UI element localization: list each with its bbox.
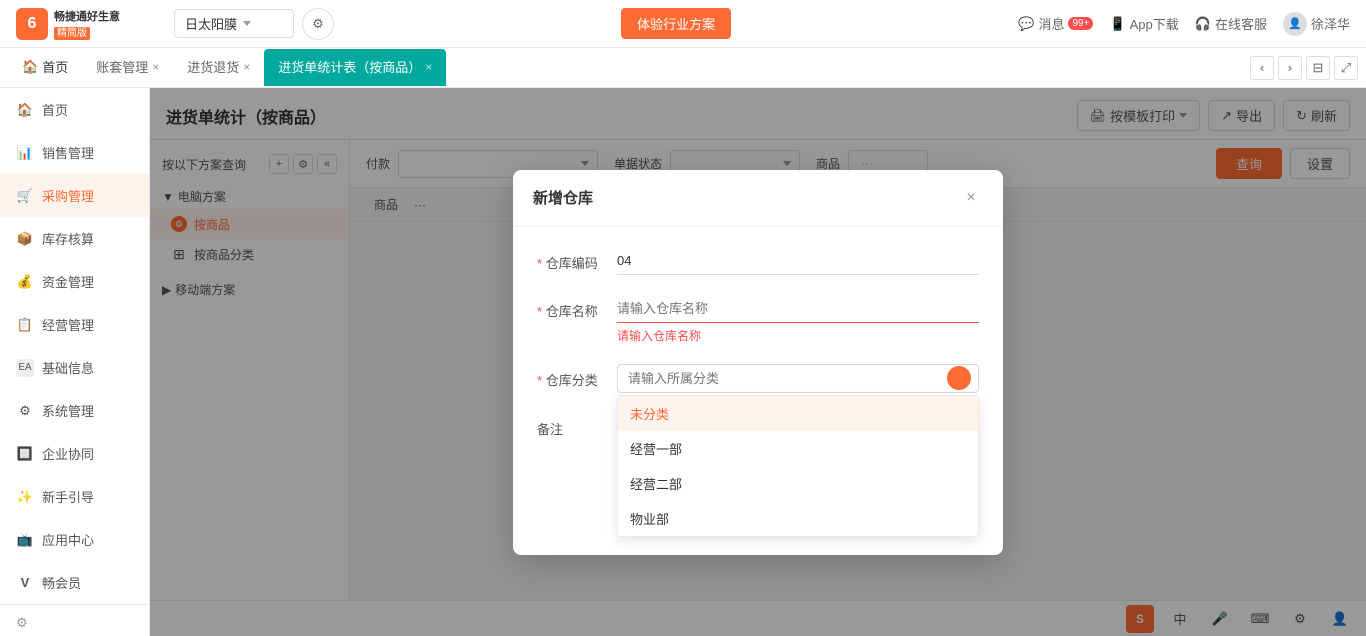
membership-icon: V <box>16 574 34 592</box>
dropdown-item-property[interactable]: 物业部 <box>618 501 978 536</box>
logo-text: 畅捷通好生意 精简版 <box>54 8 120 39</box>
modal-new-warehouse: 新增仓库 × * 仓库编码 <box>513 170 1003 555</box>
form-row-code: * 仓库编码 <box>537 247 979 275</box>
tab-controls: ‹ › ⊟ ⤢ <box>1250 56 1358 80</box>
store-selector[interactable]: 日太阳膜 <box>174 9 294 38</box>
inventory-icon: 📦 <box>16 230 34 248</box>
modal-header: 新增仓库 × <box>513 170 1003 227</box>
enterprise-icon: 🔲 <box>16 445 34 463</box>
category-arrow-icon[interactable] <box>947 366 971 390</box>
app-download-group[interactable]: 📱 App下载 <box>1109 14 1178 33</box>
sidebar-item-finance[interactable]: 💰 资金管理 <box>0 260 149 303</box>
top-header: 6 畅捷通好生意 精简版 日太阳膜 ⚙ 体验行业方案 💬 消息 99+ 📱 Ap… <box>0 0 1366 48</box>
online-service-group[interactable]: 🎧 在线客服 <box>1195 14 1267 33</box>
name-input[interactable] <box>617 295 979 323</box>
category-label: * 仓库分类 <box>537 364 617 389</box>
code-input[interactable] <box>617 247 979 275</box>
tab-next-button[interactable]: › <box>1278 56 1302 80</box>
sidebar-item-operation[interactable]: 📋 经营管理 <box>0 303 149 346</box>
sidebar-item-enterprise[interactable]: 🔲 企业协同 <box>0 432 149 475</box>
sidebar-item-basic-info[interactable]: EA 基础信息 <box>0 346 149 389</box>
store-chevron-icon <box>243 21 251 26</box>
tab-home[interactable]: 🏠 首页 <box>8 49 82 86</box>
headphone-icon: 🎧 <box>1195 16 1211 32</box>
content-area: 进货单统计（按商品） 🖨 按模板打印 ↗ 导出 ↻ 刷新 <box>150 88 1366 636</box>
sidebar-item-purchase[interactable]: 🛒 采购管理 <box>0 174 149 217</box>
tab-accounts[interactable]: 账套管理 × <box>82 49 173 86</box>
finance-icon: 💰 <box>16 273 34 291</box>
code-label: * 仓库编码 <box>537 247 617 272</box>
tab-purchase-return[interactable]: 进货退货 × <box>173 49 264 86</box>
message-icon-group[interactable]: 💬 消息 99+ <box>1018 14 1093 33</box>
logo-icon: 6 <box>16 8 48 40</box>
sidebar-item-membership[interactable]: V 畅会员 <box>0 561 149 604</box>
sidebar-item-app-center[interactable]: 📺 应用中心 <box>0 518 149 561</box>
tab-accounts-close-icon[interactable]: × <box>152 60 159 74</box>
dropdown-item-dept2[interactable]: 经营二部 <box>618 466 978 501</box>
sales-icon: 📊 <box>16 144 34 162</box>
system-icon: ⚙ <box>16 402 34 420</box>
modal-overlay: 新增仓库 × * 仓库编码 <box>150 88 1366 636</box>
sidebar-settings-item[interactable]: ⚙ <box>0 605 149 636</box>
home-icon: 🏠 <box>22 59 38 75</box>
name-input-wrap: 请输入仓库名称 <box>617 295 979 344</box>
remark-label: 备注 <box>537 413 617 438</box>
sidebar-item-guide[interactable]: ✨ 新手引导 <box>0 475 149 518</box>
trial-button[interactable]: 体验行业方案 <box>621 8 731 39</box>
tab-purchase-stats-close-icon[interactable]: × <box>425 60 432 74</box>
sidebar-item-inventory[interactable]: 📦 库存核算 <box>0 217 149 260</box>
header-center: 体验行业方案 <box>334 8 1018 39</box>
modal-title: 新增仓库 <box>533 187 593 208</box>
home-sidebar-icon: 🏠 <box>16 101 34 119</box>
modal-body: * 仓库编码 * 仓库名称 <box>513 227 1003 488</box>
sidebar-item-system[interactable]: ⚙ 系统管理 <box>0 389 149 432</box>
message-icon: 💬 <box>1018 16 1034 32</box>
basic-info-icon: EA <box>16 359 34 377</box>
category-select-wrap: 未分类 经营一部 经营二部 物业部 <box>617 364 979 393</box>
tab-menu-button[interactable]: ⊟ <box>1306 56 1330 80</box>
tab-purchase-stats[interactable]: 进货单统计表（按商品） × <box>264 49 446 86</box>
purchase-icon: 🛒 <box>16 187 34 205</box>
avatar: 👤 <box>1283 12 1307 36</box>
name-label: * 仓库名称 <box>537 295 617 320</box>
tab-prev-button[interactable]: ‹ <box>1250 56 1274 80</box>
tab-fullscreen-button[interactable]: ⤢ <box>1334 56 1358 80</box>
sidebar: 🏠 首页 📊 销售管理 🛒 采购管理 📦 库存核算 💰 资金管理 📋 经营管理 … <box>0 88 150 636</box>
operation-icon: 📋 <box>16 316 34 334</box>
settings-icon[interactable]: ⚙ <box>302 8 334 40</box>
user-area[interactable]: 👤 徐泽华 <box>1283 12 1350 36</box>
name-error-msg: 请输入仓库名称 <box>617 327 979 344</box>
form-row-name: * 仓库名称 请输入仓库名称 <box>537 295 979 344</box>
phone-icon: 📱 <box>1109 16 1125 32</box>
sidebar-item-home[interactable]: 🏠 首页 <box>0 88 149 131</box>
dropdown-item-uncategorized[interactable]: 未分类 <box>618 396 978 431</box>
sidebar-settings-icon: ⚙ <box>16 615 28 631</box>
dropdown-item-dept1[interactable]: 经营一部 <box>618 431 978 466</box>
logo-area: 6 畅捷通好生意 精简版 <box>16 8 166 40</box>
guide-icon: ✨ <box>16 488 34 506</box>
header-right: 💬 消息 99+ 📱 App下载 🎧 在线客服 👤 徐泽华 <box>1018 12 1350 36</box>
sidebar-item-sales[interactable]: 📊 销售管理 <box>0 131 149 174</box>
category-dropdown: 未分类 经营一部 经营二部 物业部 <box>617 395 979 537</box>
app-center-icon: 📺 <box>16 531 34 549</box>
tab-purchase-return-close-icon[interactable]: × <box>243 60 250 74</box>
form-row-category: * 仓库分类 未分类 经营一部 经营二部 <box>537 364 979 393</box>
modal-close-button[interactable]: × <box>959 186 983 210</box>
tab-bar: 🏠 首页 账套管理 × 进货退货 × 进货单统计表（按商品） × ‹ › ⊟ ⤢ <box>0 48 1366 88</box>
main-layout: 🏠 首页 📊 销售管理 🛒 采购管理 📦 库存核算 💰 资金管理 📋 经营管理 … <box>0 88 1366 636</box>
code-input-wrap <box>617 247 979 275</box>
sidebar-bottom: ⚙ <box>0 604 149 636</box>
category-input[interactable] <box>617 364 979 393</box>
